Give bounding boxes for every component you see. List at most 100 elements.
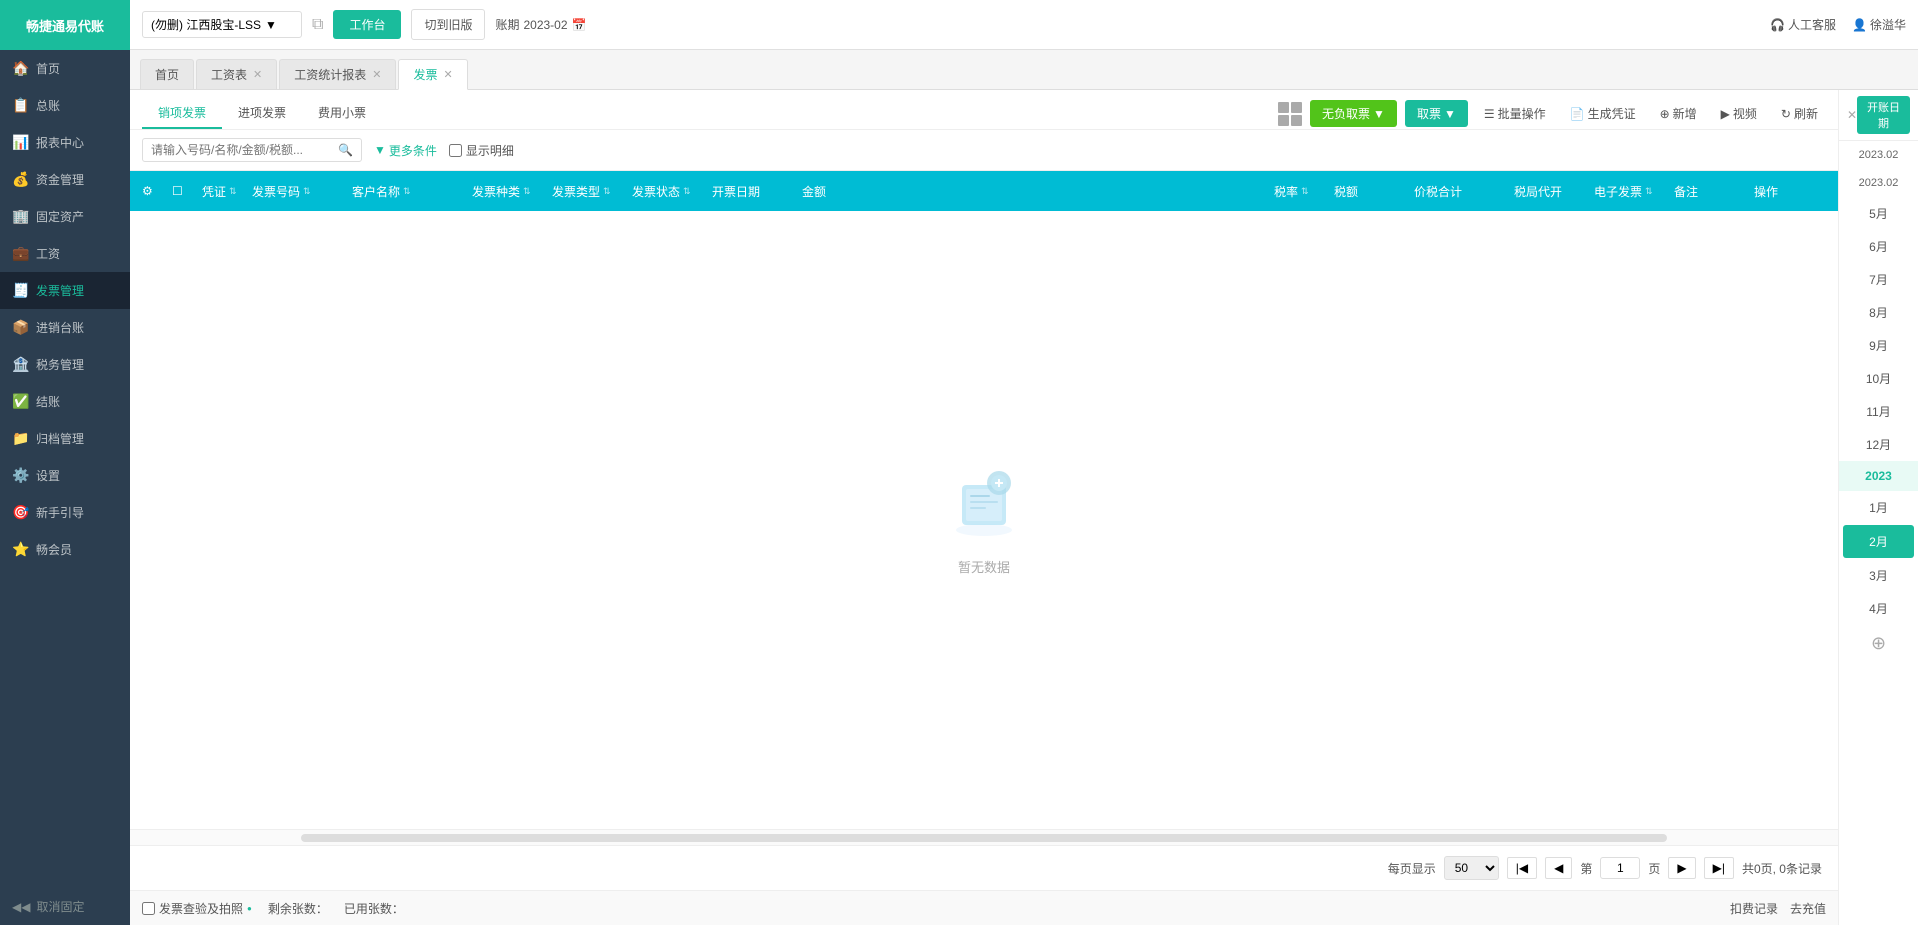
video-button[interactable]: ▶ 视频 (1713, 100, 1765, 127)
sidebar-item-reports[interactable]: 📊 报表中心 (0, 124, 130, 161)
sidebar-item-finance[interactable]: 💰 资金管理 (0, 161, 130, 198)
expand-date-icon[interactable]: ⊕ (1871, 633, 1886, 654)
no-tax-ticket-label: 无负取票 (1322, 105, 1370, 122)
page-label: 第 (1580, 860, 1592, 877)
date-month-7[interactable]: 7月 (1839, 263, 1918, 296)
home-icon: 🏠 (12, 60, 30, 77)
next-page-button[interactable]: ▶ (1668, 857, 1695, 879)
sort-icon[interactable]: ⇅ (303, 186, 311, 197)
more-conditions-button[interactable]: ▼ 更多条件 (374, 142, 437, 159)
open-period-button[interactable]: 开账日期 (1857, 96, 1910, 134)
no-tax-ticket-button[interactable]: 无负取票 ▼ (1310, 100, 1397, 127)
grid-view-icon[interactable] (1278, 102, 1302, 126)
page-number-input[interactable] (1600, 857, 1640, 879)
sidebar-item-label: 畅会员 (36, 541, 72, 558)
search-input[interactable] (151, 143, 334, 157)
show-detail-checkbox[interactable] (449, 144, 462, 157)
scrollbar-track[interactable] (301, 834, 1667, 842)
date-month-9[interactable]: 9月 (1839, 329, 1918, 362)
deduction-record-link[interactable]: 扣费记录 (1730, 900, 1778, 917)
tab-invoice[interactable]: 发票 ✕ (398, 59, 467, 90)
th-tax-bureau: 税局代开 (1510, 183, 1590, 200)
close-tab-salary[interactable]: ✕ (253, 68, 262, 81)
date-month-1[interactable]: 1月 (1839, 491, 1918, 524)
sort-icon[interactable]: ⇅ (603, 186, 611, 197)
sidebar-item-archive[interactable]: 📁 归档管理 (0, 420, 130, 457)
tab-salary[interactable]: 工资表 ✕ (196, 59, 277, 89)
date-month-5[interactable]: 5月 (1839, 197, 1918, 230)
sort-icon[interactable]: ⇅ (1301, 186, 1309, 197)
tab-home[interactable]: 首页 (140, 59, 194, 89)
date-month-2-active[interactable]: 2月 (1843, 525, 1914, 558)
sub-tab-expense[interactable]: 费用小票 (302, 98, 382, 129)
service-button[interactable]: 🎧 人工客服 (1770, 16, 1836, 33)
company-selector[interactable]: (勿删) 江西股宝-LSS ▼ (142, 11, 302, 38)
batch-ops-label: 批量操作 (1498, 105, 1546, 122)
sort-icon[interactable]: ⇅ (403, 186, 411, 197)
date-month-10[interactable]: 10月 (1839, 362, 1918, 395)
page-size-select[interactable]: 50 10 20 100 (1444, 856, 1499, 880)
more-conditions-label: 更多条件 (389, 142, 437, 159)
date-month-12[interactable]: 12月 (1839, 428, 1918, 461)
tabs-bar: 首页 工资表 ✕ 工资统计报表 ✕ 发票 ✕ (130, 50, 1918, 90)
batch-ops-button[interactable]: ☰ 批量操作 (1476, 100, 1554, 127)
sidebar-item-close-accounts[interactable]: ✅ 结账 (0, 383, 130, 420)
sidebar-item-assets[interactable]: 🏢 固定资产 (0, 198, 130, 235)
sidebar-item-tax[interactable]: 🏦 税务管理 (0, 346, 130, 383)
generate-cert-button[interactable]: 📄 生成凭证 (1562, 100, 1644, 127)
get-ticket-button[interactable]: 取票 ▼ (1405, 100, 1468, 127)
sidebar-item-home[interactable]: 🏠 首页 (0, 50, 130, 87)
close-tab-invoice[interactable]: ✕ (444, 68, 453, 81)
sort-icon[interactable]: ⇅ (683, 186, 691, 197)
date-month-6[interactable]: 6月 (1839, 230, 1918, 263)
date-panel-close-button[interactable]: ✕ (1847, 108, 1857, 122)
date-month-11[interactable]: 11月 (1839, 395, 1918, 428)
close-tab-salary-report[interactable]: ✕ (372, 68, 381, 81)
check-label: 发票查验及拍照 ● (142, 900, 252, 917)
last-page-button[interactable]: ▶| (1704, 857, 1734, 879)
search-box[interactable]: 🔍 (142, 138, 362, 162)
user-name: 徐溢华 (1870, 16, 1906, 33)
date-month-3[interactable]: 3月 (1839, 559, 1918, 592)
date-month-4[interactable]: 4月 (1839, 592, 1918, 625)
workspace-button[interactable]: 工作台 (333, 10, 401, 39)
sub-tab-sales[interactable]: 销项发票 (142, 98, 222, 129)
th-e-invoice: 电子发票 ⇅ (1590, 183, 1670, 200)
sub-tab-sales-label: 销项发票 (158, 106, 206, 120)
sidebar-item-label: 资金管理 (36, 171, 84, 188)
sub-tab-purchase[interactable]: 进项发票 (222, 98, 302, 129)
th-checkbox[interactable]: ☐ (168, 184, 198, 198)
sidebar-unpin-button[interactable]: ◀◀ 取消固定 (0, 888, 130, 925)
date-month-8[interactable]: 8月 (1839, 296, 1918, 329)
th-settings[interactable]: ⚙ (138, 184, 168, 198)
purchase-icon: 📦 (12, 319, 30, 336)
sidebar-item-salary[interactable]: 💼 工资 (0, 235, 130, 272)
show-detail-label[interactable]: 显示明细 (449, 142, 514, 159)
sidebar-item-ledger[interactable]: 📋 总账 (0, 87, 130, 124)
switch-version-button[interactable]: 切到旧版 (411, 9, 485, 40)
th-invoice-type: 发票类型 ⇅ (548, 183, 628, 200)
sort-icon[interactable]: ⇅ (1645, 186, 1653, 197)
prev-page-button[interactable]: ◀ (1545, 857, 1572, 879)
refresh-icon: ↻ (1781, 107, 1791, 121)
bottom-bar-right: 扣费记录 去充值 (1730, 900, 1826, 917)
new-button[interactable]: ⊕ 新增 (1652, 100, 1705, 127)
th-amount-label: 金额 (802, 183, 826, 200)
sidebar-item-guide[interactable]: 🎯 新手引导 (0, 494, 130, 531)
sidebar-item-member[interactable]: ⭐ 畅会员 (0, 531, 130, 568)
assets-icon: 🏢 (12, 208, 30, 225)
sidebar-item-purchase[interactable]: 📦 进销台账 (0, 309, 130, 346)
first-page-button[interactable]: |◀ (1507, 857, 1537, 879)
tab-salary-report[interactable]: 工资统计报表 ✕ (279, 59, 396, 89)
th-customer: 客户名称 ⇅ (348, 183, 468, 200)
check-checkbox[interactable] (142, 902, 155, 915)
sidebar-item-settings[interactable]: ⚙️ 设置 (0, 457, 130, 494)
recharge-link[interactable]: 去充值 (1790, 900, 1826, 917)
sort-icon[interactable]: ⇅ (229, 186, 237, 197)
tab-invoice-label: 发票 (413, 66, 437, 83)
refresh-button[interactable]: ↻ 刷新 (1773, 100, 1826, 127)
sort-icon[interactable]: ⇅ (523, 186, 531, 197)
user-avatar[interactable]: 👤 徐溢华 (1852, 16, 1906, 33)
check-text: 发票查验及拍照 (159, 900, 243, 917)
sidebar-item-invoice[interactable]: 🧾 发票管理 (0, 272, 130, 309)
